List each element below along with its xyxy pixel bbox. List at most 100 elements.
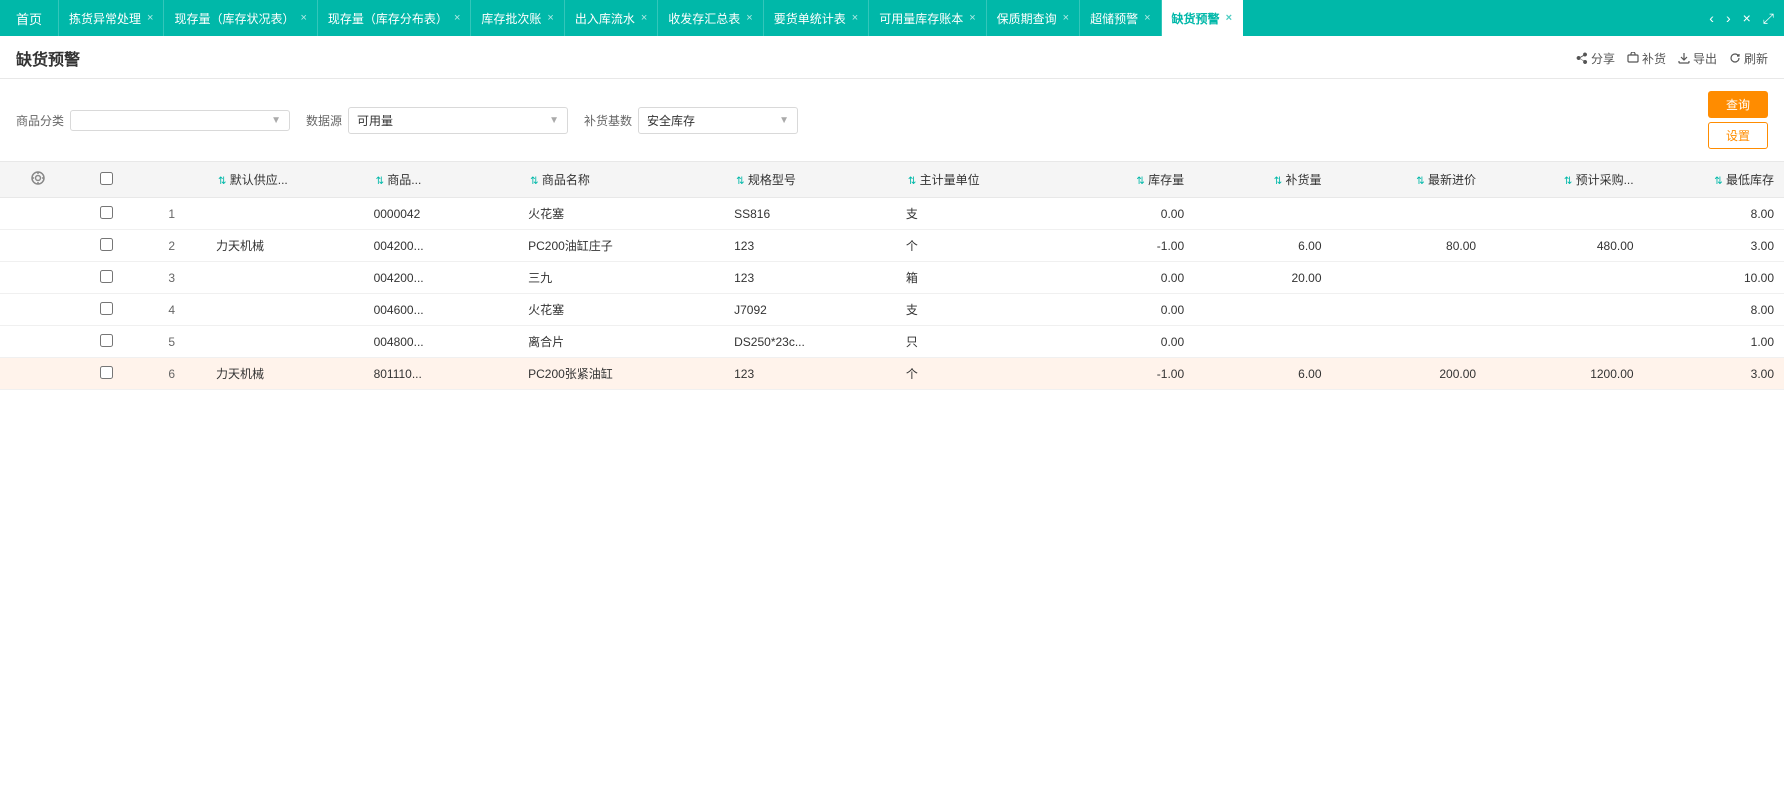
row-check-cell[interactable] bbox=[76, 326, 138, 358]
nav-next-btn[interactable]: › bbox=[1720, 8, 1737, 28]
row-check-cell[interactable] bbox=[76, 230, 138, 262]
nav-tab-1[interactable]: 拣货异常处理 × bbox=[59, 0, 164, 36]
row-stock: -1.00 bbox=[1057, 358, 1194, 390]
row-replenish bbox=[1194, 326, 1331, 358]
row-checkbox-3[interactable] bbox=[100, 302, 113, 315]
row-checkbox-5[interactable] bbox=[100, 366, 113, 379]
th-unit[interactable]: ⇅ 主计量单位 bbox=[896, 162, 1057, 198]
nav-prev-btn[interactable]: ‹ bbox=[1703, 8, 1720, 28]
row-check-cell[interactable] bbox=[76, 262, 138, 294]
th-min-stock[interactable]: ⇅ 最低库存 bbox=[1644, 162, 1784, 198]
nav-tab-8[interactable]: 可用量库存账本 × bbox=[869, 0, 986, 36]
th-supplier[interactable]: ⇅ 默认供应... bbox=[206, 162, 364, 198]
nav-tab-9[interactable]: 保质期查询 × bbox=[987, 0, 1080, 36]
row-est-purchase bbox=[1486, 262, 1644, 294]
nav-tab-7[interactable]: 要货单统计表 × bbox=[764, 0, 869, 36]
refresh-button[interactable]: 刷新 bbox=[1729, 50, 1768, 67]
settings-button[interactable]: 设置 bbox=[1708, 122, 1768, 149]
row-unit: 支 bbox=[896, 198, 1057, 230]
share-button[interactable]: 分享 bbox=[1576, 50, 1615, 67]
row-settings-cell bbox=[0, 326, 76, 358]
replenish-button[interactable]: 补货 bbox=[1627, 50, 1666, 67]
close-tab-6[interactable]: × bbox=[746, 12, 752, 24]
row-est-purchase: 480.00 bbox=[1486, 230, 1644, 262]
query-button[interactable]: 查询 bbox=[1708, 91, 1768, 118]
row-latest-price: 200.00 bbox=[1332, 358, 1487, 390]
row-unit: 个 bbox=[896, 230, 1057, 262]
close-tab-9[interactable]: × bbox=[1063, 12, 1069, 24]
close-tab-2[interactable]: × bbox=[300, 12, 306, 24]
select-all-checkbox[interactable] bbox=[100, 172, 113, 185]
nav-maximize-btn[interactable]: ⤢ bbox=[1757, 8, 1780, 29]
top-nav: 首页 拣货异常处理 × 现存量（库存状况表） × 现存量（库存分布表） × 库存… bbox=[0, 0, 1784, 36]
th-stock[interactable]: ⇅ 库存量 bbox=[1057, 162, 1194, 198]
table-row: 2 力天机械 004200... PC200油缸庄子 123 个 -1.00 6… bbox=[0, 230, 1784, 262]
column-settings-icon[interactable] bbox=[30, 170, 46, 186]
refresh-icon bbox=[1729, 52, 1741, 64]
close-tab-11[interactable]: × bbox=[1226, 12, 1232, 24]
th-est-purchase[interactable]: ⇅ 预计采购... bbox=[1486, 162, 1644, 198]
filter-actions: 查询 设置 bbox=[1708, 91, 1768, 149]
row-num: 3 bbox=[137, 262, 206, 294]
basis-arrow-icon: ▼ bbox=[779, 115, 789, 126]
th-unit-sort-icon: ⇅ bbox=[908, 176, 916, 187]
row-unit: 只 bbox=[896, 326, 1057, 358]
close-tab-3[interactable]: × bbox=[454, 12, 460, 24]
th-replenish-sort-icon: ⇅ bbox=[1274, 176, 1282, 187]
row-latest-price bbox=[1332, 198, 1487, 230]
close-tab-5[interactable]: × bbox=[641, 12, 647, 24]
th-goods-code[interactable]: ⇅ 商品... bbox=[364, 162, 519, 198]
nav-tab-11[interactable]: 缺货预警 × bbox=[1162, 0, 1243, 36]
row-checkbox-0[interactable] bbox=[100, 206, 113, 219]
th-replenish[interactable]: ⇅ 补货量 bbox=[1194, 162, 1331, 198]
th-check[interactable] bbox=[76, 162, 138, 198]
page-title: 缺货预警 bbox=[16, 46, 80, 70]
nav-controls: ‹ › × ⤢ bbox=[1699, 8, 1784, 29]
nav-tab-4[interactable]: 库存批次账 × bbox=[471, 0, 564, 36]
datasource-select[interactable]: 可用量 ▼ bbox=[348, 107, 568, 134]
nav-tab-5[interactable]: 出入库流水 × bbox=[565, 0, 658, 36]
row-goods-code: 004800... bbox=[364, 326, 519, 358]
close-tab-10[interactable]: × bbox=[1144, 12, 1150, 24]
row-replenish: 6.00 bbox=[1194, 358, 1331, 390]
category-select[interactable]: ▼ bbox=[70, 110, 290, 131]
row-checkbox-1[interactable] bbox=[100, 238, 113, 251]
close-tab-4[interactable]: × bbox=[547, 12, 553, 24]
th-goods-name[interactable]: ⇅ 商品名称 bbox=[518, 162, 724, 198]
nav-close-btn[interactable]: × bbox=[1737, 8, 1757, 28]
row-spec: 123 bbox=[724, 262, 896, 294]
export-button[interactable]: 导出 bbox=[1678, 50, 1717, 67]
row-goods-name: PC200张紧油缸 bbox=[518, 358, 724, 390]
nav-tab-3[interactable]: 现存量（库存分布表） × bbox=[318, 0, 471, 36]
row-spec: J7092 bbox=[724, 294, 896, 326]
row-latest-price: 80.00 bbox=[1332, 230, 1487, 262]
nav-tab-6[interactable]: 收发存汇总表 × bbox=[658, 0, 763, 36]
row-check-cell[interactable] bbox=[76, 198, 138, 230]
row-checkbox-2[interactable] bbox=[100, 270, 113, 283]
close-tab-1[interactable]: × bbox=[147, 12, 153, 24]
th-spec[interactable]: ⇅ 规格型号 bbox=[724, 162, 896, 198]
row-checkbox-4[interactable] bbox=[100, 334, 113, 347]
th-supplier-sort-icon: ⇅ bbox=[218, 176, 226, 187]
row-min-stock: 10.00 bbox=[1644, 262, 1784, 294]
row-check-cell[interactable] bbox=[76, 358, 138, 390]
row-goods-name: 三九 bbox=[518, 262, 724, 294]
nav-tab-home[interactable]: 首页 bbox=[0, 0, 59, 36]
table-row: 6 力天机械 801110... PC200张紧油缸 123 个 -1.00 6… bbox=[0, 358, 1784, 390]
replenish-icon bbox=[1627, 52, 1639, 64]
th-latest-price[interactable]: ⇅ 最新进价 bbox=[1332, 162, 1487, 198]
th-settings bbox=[0, 162, 76, 198]
row-stock: 0.00 bbox=[1057, 294, 1194, 326]
nav-tab-2[interactable]: 现存量（库存状况表） × bbox=[164, 0, 317, 36]
row-stock: -1.00 bbox=[1057, 230, 1194, 262]
nav-tab-10[interactable]: 超储预警 × bbox=[1080, 0, 1161, 36]
row-latest-price bbox=[1332, 294, 1487, 326]
filter-bar: 商品分类 ▼ 数据源 可用量 ▼ 补货基数 安全库存 ▼ 查询 设置 bbox=[0, 79, 1784, 161]
close-tab-8[interactable]: × bbox=[969, 12, 975, 24]
row-supplier: 力天机械 bbox=[206, 358, 364, 390]
close-tab-7[interactable]: × bbox=[852, 12, 858, 24]
table-row: 3 004200... 三九 123 箱 0.00 20.00 10.00 bbox=[0, 262, 1784, 294]
row-settings-cell bbox=[0, 230, 76, 262]
basis-select[interactable]: 安全库存 ▼ bbox=[638, 107, 798, 134]
row-check-cell[interactable] bbox=[76, 294, 138, 326]
